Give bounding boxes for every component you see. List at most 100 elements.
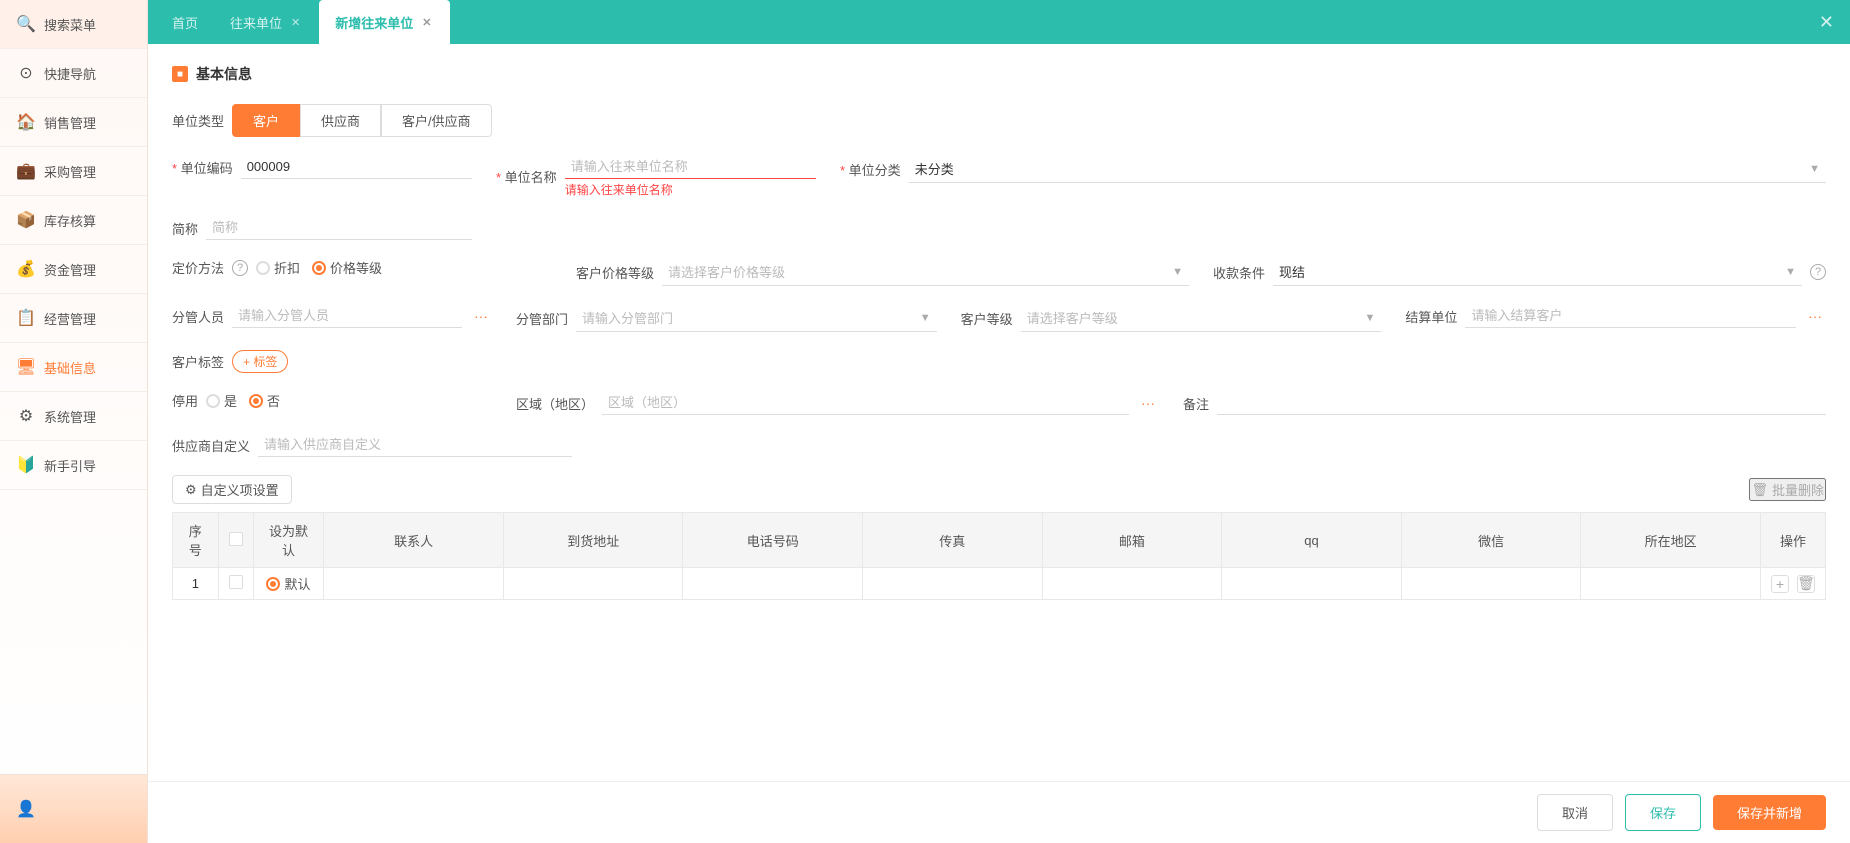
field-supplier-custom: 供应商自定义 [172, 433, 572, 457]
dept-arrow: ▼ [920, 312, 931, 324]
sidebar-item-search[interactable]: 🔍 搜索菜单 [0, 0, 147, 49]
basic-icon: 🖥 [16, 357, 36, 377]
tab-bar-close-btn[interactable]: ✕ [1811, 8, 1842, 37]
payment-value: 现结 [1279, 262, 1781, 281]
cell-email[interactable] [1042, 568, 1222, 600]
col-qq: qq [1222, 513, 1402, 568]
sidebar-item-label: 快捷导航 [44, 64, 96, 83]
field-dept: 分管部门 请输入分管部门 ▼ [516, 304, 937, 332]
pricing-help-icon[interactable]: ? [232, 260, 248, 276]
payment-select[interactable]: 现结 ▼ [1273, 258, 1802, 286]
pricing-radio-discount[interactable]: 折扣 [256, 258, 300, 277]
category-select[interactable]: 未分类 ▼ [909, 155, 1826, 183]
cell-default[interactable]: 默认 [253, 568, 324, 600]
sidebar-item-newbie[interactable]: 🔰 新手引导 [0, 441, 147, 490]
sidebar-item-system[interactable]: ⚙ 系统管理 [0, 392, 147, 441]
dept-value: 请输入分管部门 [582, 308, 916, 327]
region-input[interactable] [602, 391, 1129, 415]
wechat-input[interactable] [1412, 576, 1571, 591]
add-row-btn[interactable]: + [1771, 575, 1789, 593]
custom-settings-btn[interactable]: ⚙ 自定义项设置 [172, 475, 292, 504]
settlement-more-btn[interactable]: ··· [1804, 308, 1826, 324]
type-btn-customer[interactable]: 客户 [232, 104, 300, 137]
customer-grade-value: 请选择客户价格等级 [668, 262, 1168, 281]
cell-qq[interactable] [1222, 568, 1402, 600]
sidebar-item-operations[interactable]: 📋 经营管理 [0, 294, 147, 343]
form-row-disable: 停用 是 否 区域（地区） ··· 备注 [172, 391, 1826, 415]
form-row-manager: 分管人员 ··· 分管部门 请输入分管部门 ▼ 客户等级 请选择客户等级 ▼ 结… [172, 304, 1826, 332]
contact-input[interactable] [334, 576, 493, 591]
delete-row-btn[interactable]: 🗑 [1797, 575, 1815, 593]
tab-home[interactable]: 首页 [156, 0, 214, 44]
sidebar-item-quicknav[interactable]: ⊙ 快捷导航 [0, 49, 147, 98]
supplier-custom-input[interactable] [258, 433, 572, 457]
disable-radio-yes[interactable]: 是 [206, 391, 237, 410]
payment-help-icon[interactable]: ? [1810, 264, 1826, 280]
trash-icon: 🗑 [1751, 482, 1768, 498]
form-row-supplier-custom: 供应商自定义 [172, 433, 1826, 457]
form-row-code-name-cat: 单位编码 单位名称 请输入往来单位名称 单位分类 未分类 ▼ [172, 155, 1826, 198]
sidebar-item-label: 库存核算 [44, 211, 96, 230]
action-btns: + 🗑 [1771, 575, 1815, 593]
sidebar-item-inventory[interactable]: 📦 库存核算 [0, 196, 147, 245]
phone-input[interactable] [693, 576, 852, 591]
row-checkbox[interactable] [229, 575, 243, 589]
region-more-btn[interactable]: ··· [1137, 395, 1159, 411]
cell-checkbox[interactable] [218, 568, 253, 600]
email-input[interactable] [1053, 576, 1212, 591]
disable-option-yes: 是 [224, 391, 237, 410]
fax-input[interactable] [873, 576, 1032, 591]
custom-settings-label: 自定义项设置 [201, 480, 279, 499]
remark-input[interactable] [1217, 391, 1826, 415]
name-input[interactable] [565, 155, 816, 179]
save-button[interactable]: 保存 [1625, 794, 1701, 831]
settlement-input[interactable] [1465, 304, 1796, 328]
cell-address[interactable] [503, 568, 683, 600]
type-btn-both[interactable]: 客户/供应商 [381, 104, 492, 137]
purchase-icon: 💼 [16, 161, 36, 181]
col-checkbox[interactable] [218, 513, 253, 568]
supplier-custom-label: 供应商自定义 [172, 436, 250, 455]
batch-delete-btn[interactable]: 🗑 批量删除 [1749, 478, 1826, 501]
qq-input[interactable] [1232, 576, 1391, 591]
cell-phone[interactable] [683, 568, 863, 600]
sidebar-item-label: 资金管理 [44, 260, 96, 279]
pricing-radio-group: 折扣 价格等级 [256, 258, 382, 277]
shortname-input[interactable] [206, 216, 472, 240]
category-dropdown-arrow: ▼ [1809, 163, 1820, 175]
tab-add-partner[interactable]: 新增往来单位 ✕ [319, 0, 450, 44]
cell-wechat[interactable] [1401, 568, 1581, 600]
section-basic-info: ■ 基本信息 [172, 64, 1826, 84]
code-input[interactable] [241, 155, 472, 179]
dept-select[interactable]: 请输入分管部门 ▼ [576, 304, 937, 332]
type-btn-supplier[interactable]: 供应商 [300, 104, 381, 137]
default-radio[interactable]: 默认 [264, 574, 314, 593]
save-new-button[interactable]: 保存并新增 [1713, 795, 1826, 830]
region-cell-input[interactable] [1591, 576, 1750, 591]
cell-fax[interactable] [863, 568, 1043, 600]
shortname-label: 简称 [172, 219, 198, 238]
tab-partners[interactable]: 往来单位 ✕ [214, 0, 319, 44]
sidebar-item-basic[interactable]: 🖥 基础信息 [0, 343, 147, 392]
pricing-radio-grade[interactable]: 价格等级 [312, 258, 382, 277]
form-row-type: 单位类型 客户 供应商 客户/供应商 [172, 104, 1826, 137]
manager-more-btn[interactable]: ··· [470, 308, 492, 324]
customer-level-select[interactable]: 请选择客户等级 ▼ [1021, 304, 1382, 332]
field-manager: 分管人员 ··· [172, 304, 492, 328]
cell-region[interactable] [1581, 568, 1761, 600]
sidebar-item-purchase[interactable]: 💼 采购管理 [0, 147, 147, 196]
select-all-checkbox[interactable] [229, 532, 243, 546]
sidebar-user[interactable]: 👤 [0, 785, 147, 833]
sidebar-item-finance[interactable]: 💰 资金管理 [0, 245, 147, 294]
customer-grade-select[interactable]: 请选择客户价格等级 ▼ [662, 258, 1189, 286]
address-input[interactable] [514, 576, 673, 591]
tab-close-partners[interactable]: ✕ [288, 15, 303, 30]
cancel-button[interactable]: 取消 [1537, 794, 1613, 831]
sidebar-item-sales[interactable]: 🏠 销售管理 [0, 98, 147, 147]
cell-contact[interactable] [324, 568, 504, 600]
manager-input[interactable] [232, 304, 462, 328]
disable-radio-no[interactable]: 否 [249, 391, 280, 410]
tab-close-add-partner[interactable]: ✕ [419, 15, 434, 30]
customer-grade-arrow: ▼ [1172, 266, 1183, 278]
tag-add-btn[interactable]: + 标签 [232, 350, 288, 373]
